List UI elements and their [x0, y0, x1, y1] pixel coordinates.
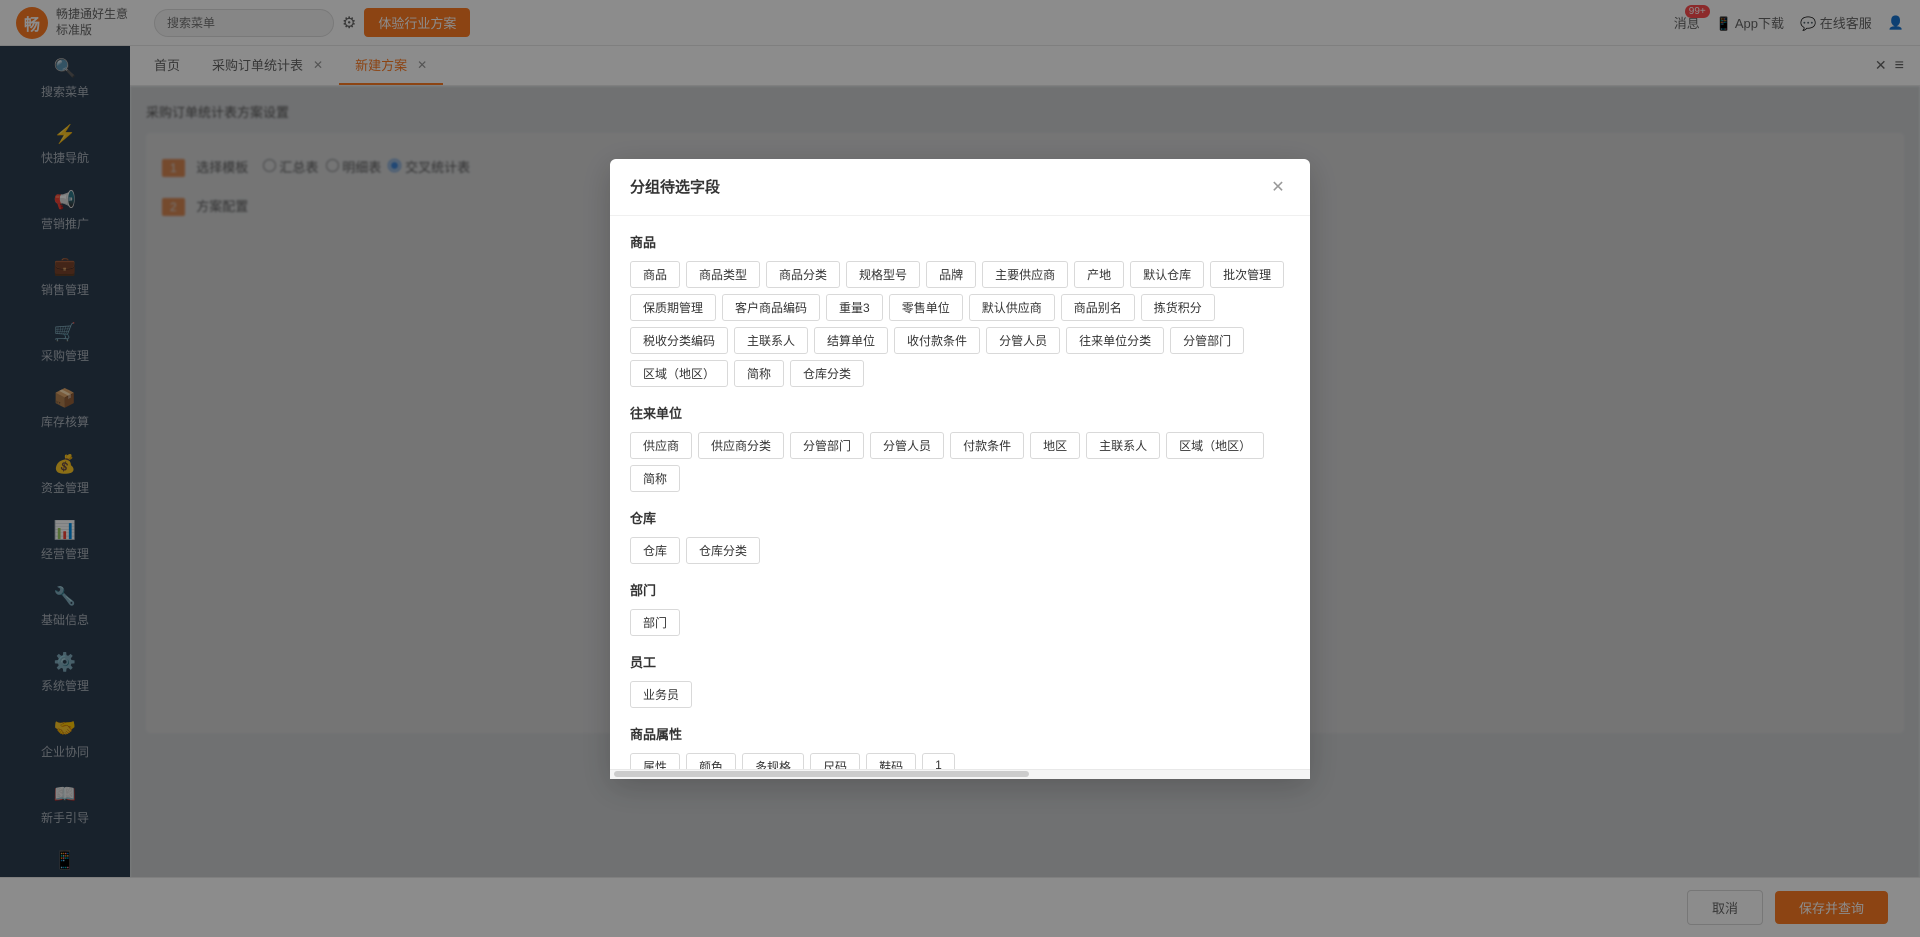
field-chip[interactable]: 规格型号 [846, 261, 920, 288]
modal-title: 分组待选字段 [630, 176, 720, 197]
field-chips-product-attr: 属性颜色多规格尺码鞋码 1 [630, 753, 1290, 769]
field-chips-product: 商品商品类型商品分类规格型号品牌主要供应商产地默认仓库批次管理保质期管理客户商品… [630, 261, 1290, 387]
field-chip[interactable]: 区域（地区） [1166, 432, 1264, 459]
field-section-counterpart: 往来单位供应商供应商分类分管部门分管人员付款条件地区主联系人区域（地区） 简称 [630, 403, 1290, 492]
field-chip[interactable]: 仓库 [630, 537, 680, 564]
field-section-product-attr: 商品属性属性颜色多规格尺码鞋码 1 [630, 724, 1290, 769]
field-chip[interactable]: 往来单位分类 [1066, 327, 1164, 354]
horizontal-scrollbar-thumb[interactable] [614, 771, 1029, 777]
field-chip[interactable]: 地区 [1030, 432, 1080, 459]
field-chips-department: 部门 [630, 609, 1290, 636]
field-chip[interactable]: 重量3 [826, 294, 883, 321]
field-chip[interactable]: 收付款条件 [894, 327, 980, 354]
field-section-product: 商品商品商品类型商品分类规格型号品牌主要供应商产地默认仓库批次管理保质期管理客户… [630, 232, 1290, 387]
field-chip[interactable]: 客户商品编码 [722, 294, 820, 321]
modal-horizontal-scrollbar[interactable] [610, 769, 1310, 779]
field-chip[interactable]: 简称 [734, 360, 784, 387]
field-chip[interactable]: 多规格 [742, 753, 804, 769]
field-chips-counterpart: 供应商供应商分类分管部门分管人员付款条件地区主联系人区域（地区） 简称 [630, 432, 1290, 492]
section-title-warehouse: 仓库 [630, 508, 1290, 527]
section-title-department: 部门 [630, 580, 1290, 599]
field-section-warehouse: 仓库仓库仓库分类 [630, 508, 1290, 564]
field-chip[interactable]: 1 [922, 753, 955, 769]
field-chip[interactable]: 产地 [1074, 261, 1124, 288]
field-chip[interactable]: 区域（地区） [630, 360, 728, 387]
field-chip[interactable]: 商品别名 [1061, 294, 1135, 321]
field-chip[interactable]: 主联系人 [1086, 432, 1160, 459]
field-chip[interactable]: 分管部门 [790, 432, 864, 459]
field-chip[interactable]: 商品分类 [766, 261, 840, 288]
field-chip[interactable]: 商品 [630, 261, 680, 288]
field-chip[interactable]: 供应商分类 [698, 432, 784, 459]
field-chip[interactable]: 主要供应商 [982, 261, 1068, 288]
field-chip[interactable]: 分管人员 [986, 327, 1060, 354]
field-chip[interactable]: 保质期管理 [630, 294, 716, 321]
field-chip[interactable]: 默认仓库 [1130, 261, 1204, 288]
field-chip[interactable]: 付款条件 [950, 432, 1024, 459]
field-section-department: 部门部门 [630, 580, 1290, 636]
field-chip[interactable]: 拣货积分 [1141, 294, 1215, 321]
field-chip[interactable]: 批次管理 [1210, 261, 1284, 288]
field-chip[interactable]: 默认供应商 [969, 294, 1055, 321]
field-chip[interactable]: 尺码 [810, 753, 860, 769]
field-chip[interactable]: 商品类型 [686, 261, 760, 288]
field-chip[interactable]: 分管人员 [870, 432, 944, 459]
field-chip[interactable]: 品牌 [926, 261, 976, 288]
field-chip[interactable]: 税收分类编码 [630, 327, 728, 354]
modal-overlay: 分组待选字段 ✕ 商品商品商品类型商品分类规格型号品牌主要供应商产地默认仓库批次… [0, 0, 1920, 937]
field-chip[interactable]: 主联系人 [734, 327, 808, 354]
field-chip[interactable]: 颜色 [686, 753, 736, 769]
field-chip[interactable]: 部门 [630, 609, 680, 636]
section-title-employee: 员工 [630, 652, 1290, 671]
section-title-product: 商品 [630, 232, 1290, 251]
field-chip[interactable]: 鞋码 [866, 753, 916, 769]
field-section-employee: 员工业务员 [630, 652, 1290, 708]
field-chip[interactable]: 属性 [630, 753, 680, 769]
section-title-product-attr: 商品属性 [630, 724, 1290, 743]
modal-dialog: 分组待选字段 ✕ 商品商品商品类型商品分类规格型号品牌主要供应商产地默认仓库批次… [610, 159, 1310, 779]
field-chip[interactable]: 零售单位 [889, 294, 963, 321]
modal-header: 分组待选字段 ✕ [610, 159, 1310, 216]
field-chips-employee: 业务员 [630, 681, 1290, 708]
field-chip[interactable]: 结算单位 [814, 327, 888, 354]
field-chip[interactable]: 业务员 [630, 681, 692, 708]
modal-close-button[interactable]: ✕ [1266, 175, 1290, 199]
field-chip[interactable]: 分管部门 [1170, 327, 1244, 354]
field-chip[interactable]: 简称 [630, 465, 680, 492]
field-chip[interactable]: 供应商 [630, 432, 692, 459]
field-chip[interactable]: 仓库分类 [790, 360, 864, 387]
field-chip[interactable]: 仓库分类 [686, 537, 760, 564]
section-title-counterpart: 往来单位 [630, 403, 1290, 422]
field-chips-warehouse: 仓库仓库分类 [630, 537, 1290, 564]
modal-body: 商品商品商品类型商品分类规格型号品牌主要供应商产地默认仓库批次管理保质期管理客户… [610, 216, 1310, 769]
